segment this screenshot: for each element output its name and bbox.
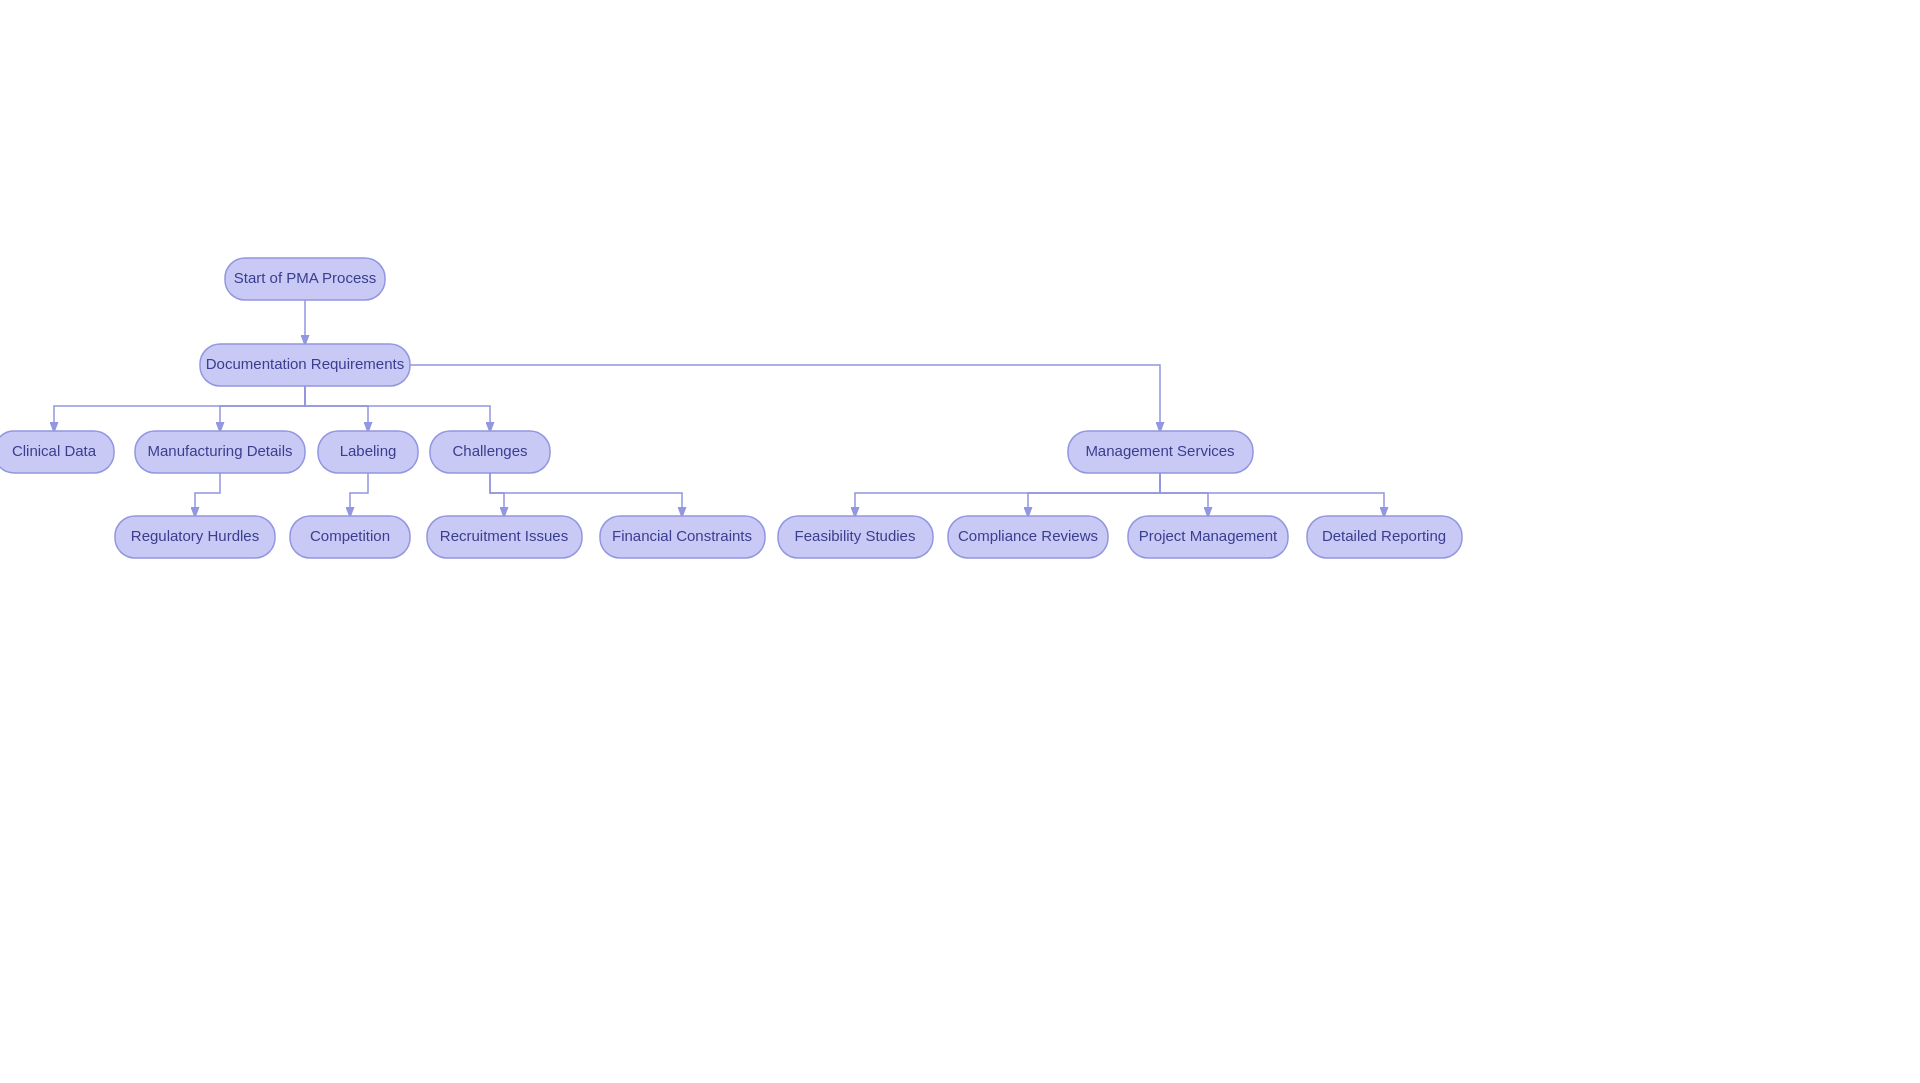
node-comp-label: Competition — [310, 527, 390, 544]
node-feasibility-label: Feasibility Studies — [795, 527, 916, 544]
node-challenges-label: Challenges — [452, 442, 527, 459]
diagram: Start of PMA Process Documentation Requi… — [0, 0, 1920, 1083]
node-start-label: Start of PMA Process — [234, 269, 377, 286]
node-reg-label: Regulatory Hurdles — [131, 527, 259, 544]
edge-doc-clinical — [54, 386, 305, 431]
node-mgmt-label: Management Services — [1085, 442, 1234, 459]
edge-mgmt-detailed — [1160, 473, 1384, 516]
node-detailed-label: Detailed Reporting — [1322, 527, 1446, 544]
edge-doc-challenges — [305, 386, 490, 431]
edge-challenges-recruit — [490, 473, 504, 516]
edge-mgmt-projmgmt — [1160, 473, 1208, 516]
node-financial-label: Financial Constraints — [612, 527, 752, 544]
node-projmgmt-label: Project Management — [1139, 527, 1278, 544]
node-recruit-label: Recruitment Issues — [440, 527, 568, 544]
edge-doc-mgmt — [410, 365, 1160, 431]
node-clinical-label: Clinical Data — [12, 442, 97, 459]
edge-mfg-reg — [195, 473, 220, 516]
edge-label-comp — [350, 473, 368, 516]
node-label-label: Labeling — [340, 442, 397, 459]
node-doc-label: Documentation Requirements — [206, 355, 404, 372]
edge-mgmt-feasibility — [855, 473, 1160, 516]
node-mfg-label: Manufacturing Details — [147, 442, 292, 459]
edge-doc-mfg — [220, 386, 305, 431]
edge-doc-label — [305, 386, 368, 431]
node-compliance-label: Compliance Reviews — [958, 527, 1098, 544]
edge-challenges-financial — [490, 473, 682, 516]
edge-mgmt-compliance — [1028, 473, 1160, 516]
